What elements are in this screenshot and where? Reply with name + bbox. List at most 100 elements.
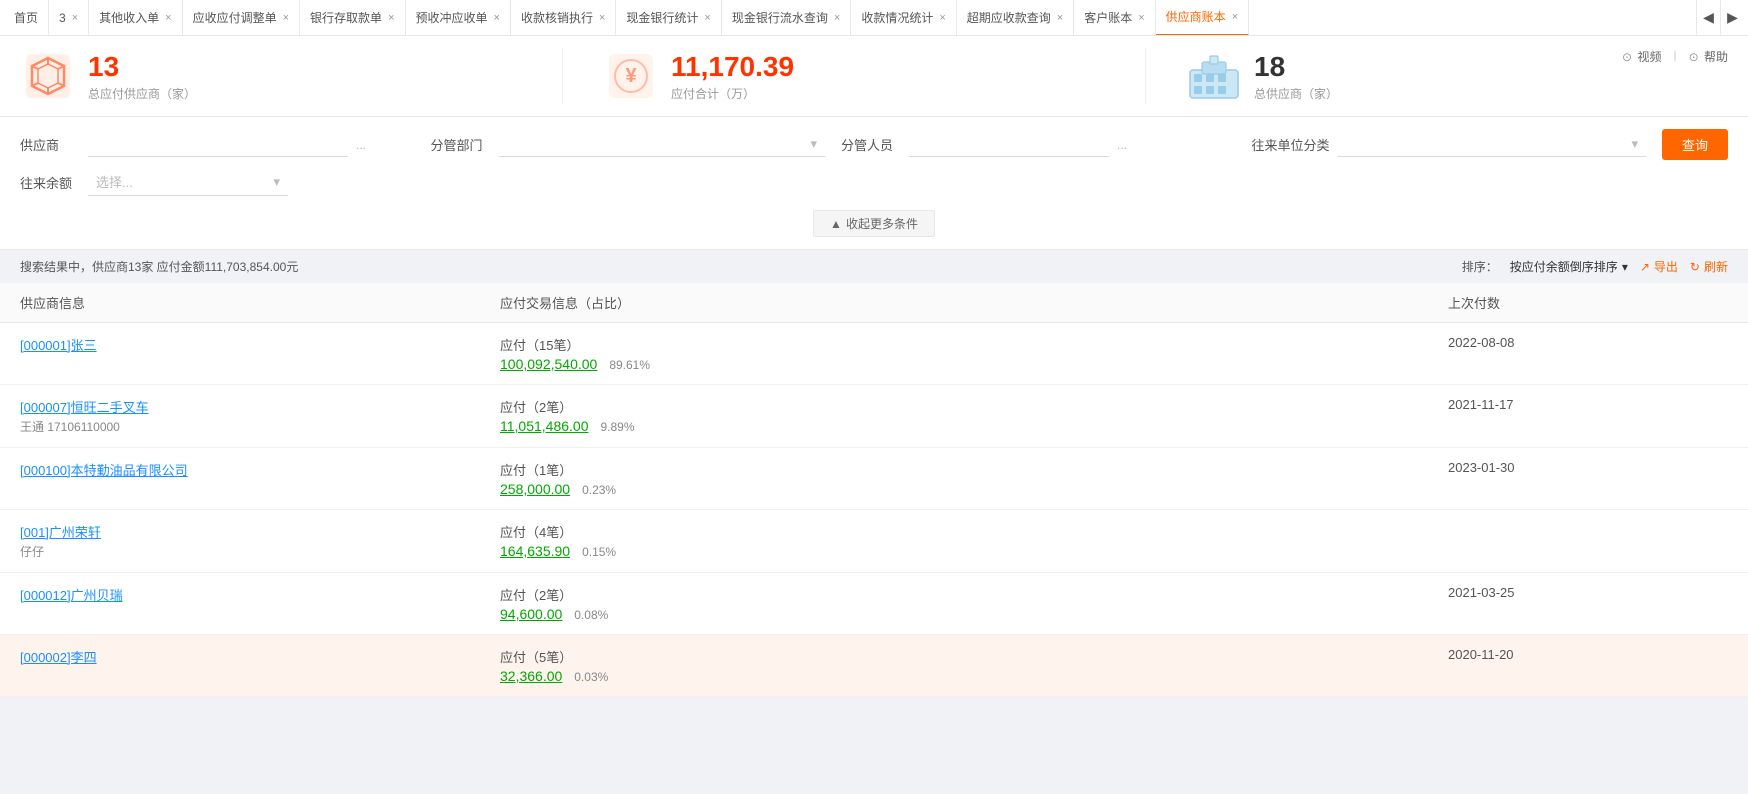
results-summary: 搜索结果中，供应商13家 应付金额111,703,854.00元	[20, 258, 298, 275]
filter-unit-type: 往来单位分类 ▾	[1252, 132, 1647, 157]
supplier-link-5[interactable]: [000002]李四	[20, 647, 500, 666]
payable-amount-label: 应付合计（万）	[671, 85, 794, 102]
nav-arrows: ◀ ▶	[1696, 0, 1744, 36]
payable-amount-info: 11,170.39 应付合计（万）	[671, 50, 794, 103]
search-button[interactable]: 查询	[1662, 129, 1728, 160]
total-suppliers-number: 18	[1254, 50, 1338, 84]
nav-tab-customer-ledger[interactable]: 客户账本 ×	[1074, 0, 1155, 36]
table-row: [000012]广州贝瑞 应付（2笔） 94,600.00 0.08% 2021…	[0, 573, 1748, 635]
close-icon[interactable]: ×	[72, 12, 78, 24]
close-icon[interactable]: ×	[704, 12, 710, 24]
nav-tab-bank-deposit[interactable]: 银行存取款单 ×	[300, 0, 405, 36]
nav-tab-home[interactable]: 首页	[4, 0, 49, 36]
chevron-down-icon: ▾	[273, 174, 280, 190]
close-icon[interactable]: ×	[1232, 11, 1238, 23]
filter-row-1: 供应商 ... 分管部门 ▾ 分管人员 ... 往来单位分类 ▾ 查询	[20, 129, 1728, 160]
svg-text:¥: ¥	[625, 65, 637, 87]
trans-pct-0: 89.61%	[609, 358, 650, 372]
trans-label-1: 应付（2笔）	[500, 397, 1448, 416]
department-select[interactable]: ▾	[499, 132, 826, 157]
results-actions: 排序： 按应付余额倒序排序 ▾ ↗ 导出 ↻ 刷新	[1462, 258, 1728, 275]
balance-select[interactable]: 选择... ▾	[88, 168, 288, 196]
nav-tab-prepay[interactable]: 预收冲应收单 ×	[406, 0, 511, 36]
balance-label: 往来余额	[20, 173, 80, 192]
close-icon[interactable]: ×	[1138, 12, 1144, 24]
close-icon[interactable]: ×	[165, 12, 171, 24]
filter-supplier: 供应商 ...	[20, 133, 415, 157]
supplier-sub-1: 王通 17106110000	[20, 418, 500, 435]
nav-tab-collection[interactable]: 收款核销执行 ×	[511, 0, 616, 36]
supplier-link-1[interactable]: [000007]恒旺二手叉车	[20, 397, 500, 416]
table-header: 供应商信息 应付交易信息（占比） 上次付数	[0, 283, 1748, 323]
table-row: [001]广州荣轩 仔仔 应付（4笔） 164,635.90 0.15%	[0, 510, 1748, 573]
filter-row-2: 往来余额 选择... ▾	[20, 168, 1728, 196]
video-link[interactable]: ⊙ 视频	[1622, 48, 1661, 65]
trans-pct-2: 0.23%	[582, 483, 616, 497]
nav-tab-ar-ap-adjust[interactable]: 应收应付调整单 ×	[183, 0, 300, 36]
close-icon[interactable]: ×	[283, 12, 289, 24]
supplier-link-3[interactable]: [001]广州荣轩	[20, 522, 500, 541]
nav-tab-other-income[interactable]: 其他收入单 ×	[89, 0, 182, 36]
supplier-info-4: [000012]广州贝瑞	[20, 585, 500, 604]
person-input[interactable]	[909, 133, 1109, 157]
payable-amount-icon: ¥	[603, 48, 659, 104]
nav-tab-overdue[interactable]: 超期应收款查询 ×	[957, 0, 1074, 36]
trans-label-0: 应付（15笔）	[500, 335, 1448, 354]
department-label: 分管部门	[431, 135, 491, 154]
nav-tab-supplier-ledger[interactable]: 供应商账本 ×	[1156, 0, 1249, 36]
supplier-link-0[interactable]: [000001]张三	[20, 335, 500, 354]
unit-type-select[interactable]: ▾	[1338, 132, 1646, 157]
filter-person: 分管人员 ...	[841, 133, 1236, 157]
trans-amount-3[interactable]: 164,635.90	[500, 543, 570, 559]
chevron-down-icon: ▾	[810, 136, 817, 152]
sort-select[interactable]: 按应付余额倒序排序 ▾	[1510, 258, 1628, 275]
trans-amount-0[interactable]: 100,092,540.00	[500, 356, 597, 372]
nav-tab-cash-bank-stat[interactable]: 现金银行统计 ×	[616, 0, 721, 36]
trans-amount-2[interactable]: 258,000.00	[500, 481, 570, 497]
total-suppliers-label: 总供应商（家）	[1254, 85, 1338, 102]
close-icon[interactable]: ×	[939, 12, 945, 24]
supplier-dots[interactable]: ...	[356, 138, 366, 152]
stat-card-payable-amount: ¥ 11,170.39 应付合计（万）	[563, 48, 1146, 104]
nav-tab-collection-stat[interactable]: 收款情况统计 ×	[851, 0, 956, 36]
transaction-info-0: 应付（15笔） 100,092,540.00 89.61%	[500, 335, 1448, 372]
trans-pct-3: 0.15%	[582, 545, 616, 559]
trans-pct-1: 9.89%	[601, 420, 635, 434]
filter-balance: 往来余额 选择... ▾	[20, 168, 300, 196]
chevron-down-icon: ▾	[1622, 260, 1628, 274]
collapse-button[interactable]: ▲ 收起更多条件	[813, 210, 935, 237]
last-payment-1: 2021-11-17	[1448, 397, 1728, 412]
close-icon[interactable]: ×	[494, 12, 500, 24]
unit-type-label: 往来单位分类	[1252, 135, 1330, 154]
nav-next-button[interactable]: ▶	[1720, 0, 1744, 36]
nav-prev-button[interactable]: ◀	[1696, 0, 1720, 36]
table-row: [000007]恒旺二手叉车 王通 17106110000 应付（2笔） 11,…	[0, 385, 1748, 448]
close-icon[interactable]: ×	[834, 12, 840, 24]
trans-amount-4[interactable]: 94,600.00	[500, 606, 562, 622]
trans-amount-5[interactable]: 32,366.00	[500, 668, 562, 684]
refresh-button[interactable]: ↻ 刷新	[1690, 258, 1728, 275]
transaction-info-5: 应付（5笔） 32,366.00 0.03%	[500, 647, 1448, 684]
trans-label-3: 应付（4笔）	[500, 522, 1448, 541]
last-payment-2: 2023-01-30	[1448, 460, 1728, 475]
export-button[interactable]: ↗ 导出	[1640, 258, 1678, 275]
help-link[interactable]: ⊙ 帮助	[1689, 48, 1728, 65]
table-row: [000100]本特勤油品有限公司 应付（1笔） 258,000.00 0.23…	[0, 448, 1748, 510]
supplier-input[interactable]	[88, 133, 348, 157]
table-container: 供应商信息 应付交易信息（占比） 上次付数 [000001]张三 应付（15笔）…	[0, 283, 1748, 697]
header-stats: 13 总应付供应商（家） ¥ 11,170.39 应付合计（万）	[0, 36, 1748, 117]
supplier-link-2[interactable]: [000100]本特勤油品有限公司	[20, 460, 500, 479]
supplier-link-4[interactable]: [000012]广州贝瑞	[20, 585, 500, 604]
sort-value: 按应付余额倒序排序	[1510, 258, 1618, 275]
trans-amount-1[interactable]: 11,051,486.00	[500, 418, 589, 434]
person-dots[interactable]: ...	[1117, 138, 1127, 152]
nav-tab-cash-flow[interactable]: 现金银行流水查询 ×	[722, 0, 851, 36]
close-icon[interactable]: ×	[599, 12, 605, 24]
payable-suppliers-number: 13	[88, 50, 196, 84]
transaction-info-4: 应付（2笔） 94,600.00 0.08%	[500, 585, 1448, 622]
nav-tab-3[interactable]: 3 ×	[49, 0, 89, 36]
close-icon[interactable]: ×	[388, 12, 394, 24]
close-icon[interactable]: ×	[1057, 12, 1063, 24]
total-suppliers-info: 18 总供应商（家）	[1254, 50, 1338, 103]
supplier-info-0: [000001]张三	[20, 335, 500, 354]
